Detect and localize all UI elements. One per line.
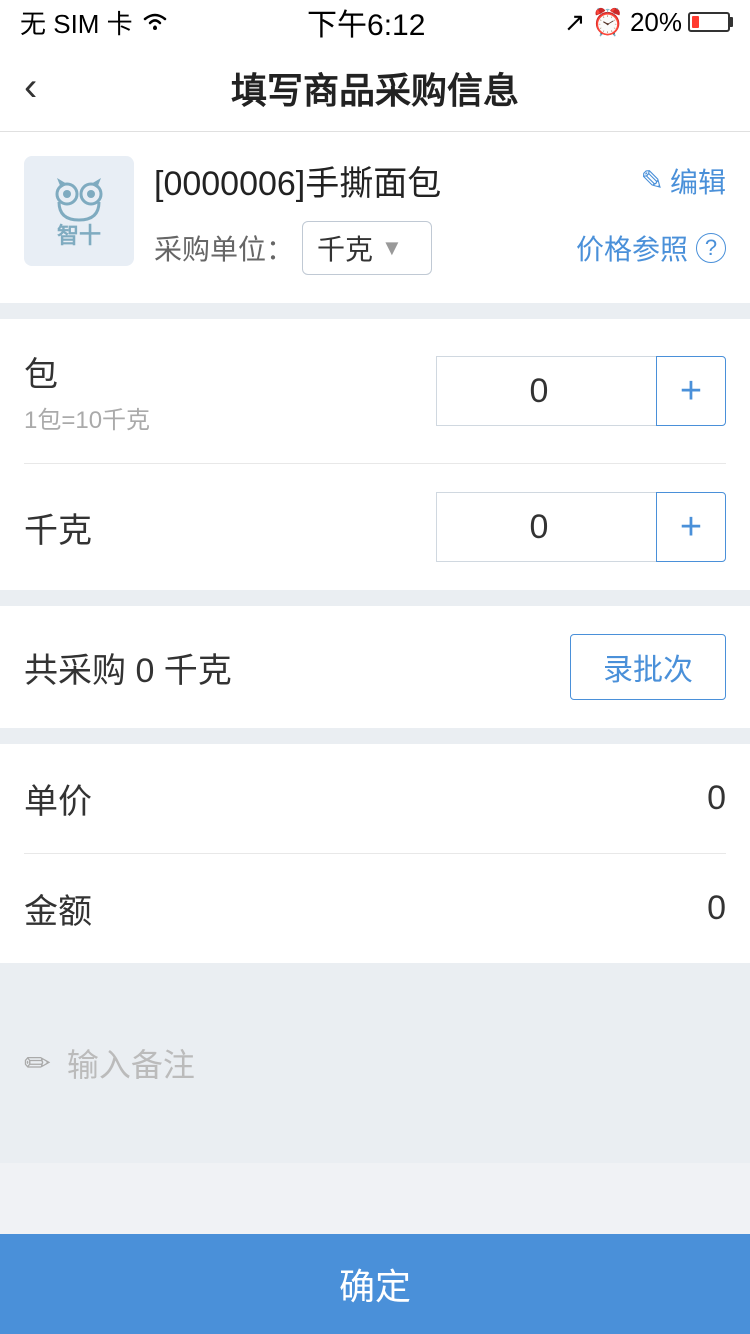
wifi-icon xyxy=(141,7,169,38)
remark-section[interactable]: ✏ 输入备注 xyxy=(0,963,750,1163)
amount-value: 0 xyxy=(707,889,726,928)
product-logo: 智十 xyxy=(49,172,109,250)
unit-select-wrap: 采购单位： 千克 ▼ xyxy=(154,221,432,275)
unit-price-label: 单价 xyxy=(24,774,92,823)
product-name: [0000006]手撕面包 xyxy=(154,156,441,205)
back-button[interactable]: ‹ xyxy=(24,65,37,110)
battery-pct: 20% xyxy=(630,7,682,38)
status-right: ↗ ⏰ 20% xyxy=(564,7,730,38)
bao-quantity-input[interactable] xyxy=(436,356,656,426)
product-card: 智十 [0000006]手撕面包 ✎ 编辑 采购单位： 千克 ▼ 价格参照 ? xyxy=(0,132,750,303)
product-name-row: [0000006]手撕面包 ✎ 编辑 xyxy=(154,156,726,205)
dropdown-arrow-icon: ▼ xyxy=(381,235,403,261)
edit-icon: ✎ xyxy=(641,164,664,197)
bao-input-control: + xyxy=(436,356,726,426)
status-bar: 无 SIM 卡 下午6:12 ↗ ⏰ 20% xyxy=(0,0,750,44)
remark-placeholder: 输入备注 xyxy=(67,1040,195,1086)
confirm-label: 确定 xyxy=(339,1258,411,1310)
summary-row: 共采购 0 千克 录批次 xyxy=(0,606,750,728)
price-ref-label: 价格参照 xyxy=(576,228,688,268)
product-image: 智十 xyxy=(24,156,134,266)
kg-input-row: 千克 + xyxy=(0,464,750,590)
alarm-icon: ⏰ xyxy=(592,7,624,38)
edit-label: 编辑 xyxy=(670,161,726,201)
unit-price-value: 0 xyxy=(707,779,726,818)
status-time: 下午6:12 xyxy=(307,0,425,44)
batch-button[interactable]: 录批次 xyxy=(570,634,726,700)
unit-label: 采购单位： xyxy=(154,228,294,268)
divider-2 xyxy=(0,590,750,606)
kg-plus-button[interactable]: + xyxy=(656,492,726,562)
unit-value: 千克 xyxy=(317,228,373,268)
page-title: 填写商品采购信息 xyxy=(231,62,519,114)
kg-label-text: 千克 xyxy=(24,503,92,552)
divider-1 xyxy=(0,303,750,319)
sim-text: 无 SIM 卡 xyxy=(20,4,133,41)
unit-row: 采购单位： 千克 ▼ 价格参照 ? xyxy=(154,221,726,275)
price-ref-help-icon: ? xyxy=(696,233,726,263)
bao-input-row: 包 1包=10千克 + xyxy=(0,319,750,463)
bao-label: 包 1包=10千克 xyxy=(24,347,150,435)
bao-plus-button[interactable]: + xyxy=(656,356,726,426)
bao-label-text: 包 xyxy=(24,347,150,396)
product-info: [0000006]手撕面包 ✎ 编辑 采购单位： 千克 ▼ 价格参照 ? xyxy=(154,156,726,275)
kg-label: 千克 xyxy=(24,503,92,552)
pencil-icon: ✏ xyxy=(24,1044,51,1082)
confirm-button[interactable]: 确定 xyxy=(0,1234,750,1334)
nav-bar: ‹ 填写商品采购信息 xyxy=(0,44,750,132)
price-section: 单价 0 金额 0 xyxy=(0,744,750,963)
price-ref-button[interactable]: 价格参照 ? xyxy=(576,228,726,268)
status-left: 无 SIM 卡 xyxy=(20,4,169,41)
edit-button[interactable]: ✎ 编辑 xyxy=(641,161,726,201)
amount-row: 金额 0 xyxy=(0,854,750,963)
bao-sublabel: 1包=10千克 xyxy=(24,400,150,435)
unit-price-row: 单价 0 xyxy=(0,744,750,853)
amount-label: 金额 xyxy=(24,884,92,933)
unit-dropdown[interactable]: 千克 ▼ xyxy=(302,221,432,275)
bao-input-section: 包 1包=10千克 + 千克 + xyxy=(0,319,750,590)
kg-quantity-input[interactable] xyxy=(436,492,656,562)
location-icon: ↗ xyxy=(564,7,586,38)
divider-3 xyxy=(0,728,750,744)
summary-text: 共采购 0 千克 xyxy=(24,643,232,692)
kg-input-control: + xyxy=(436,492,726,562)
battery-icon xyxy=(688,12,730,32)
